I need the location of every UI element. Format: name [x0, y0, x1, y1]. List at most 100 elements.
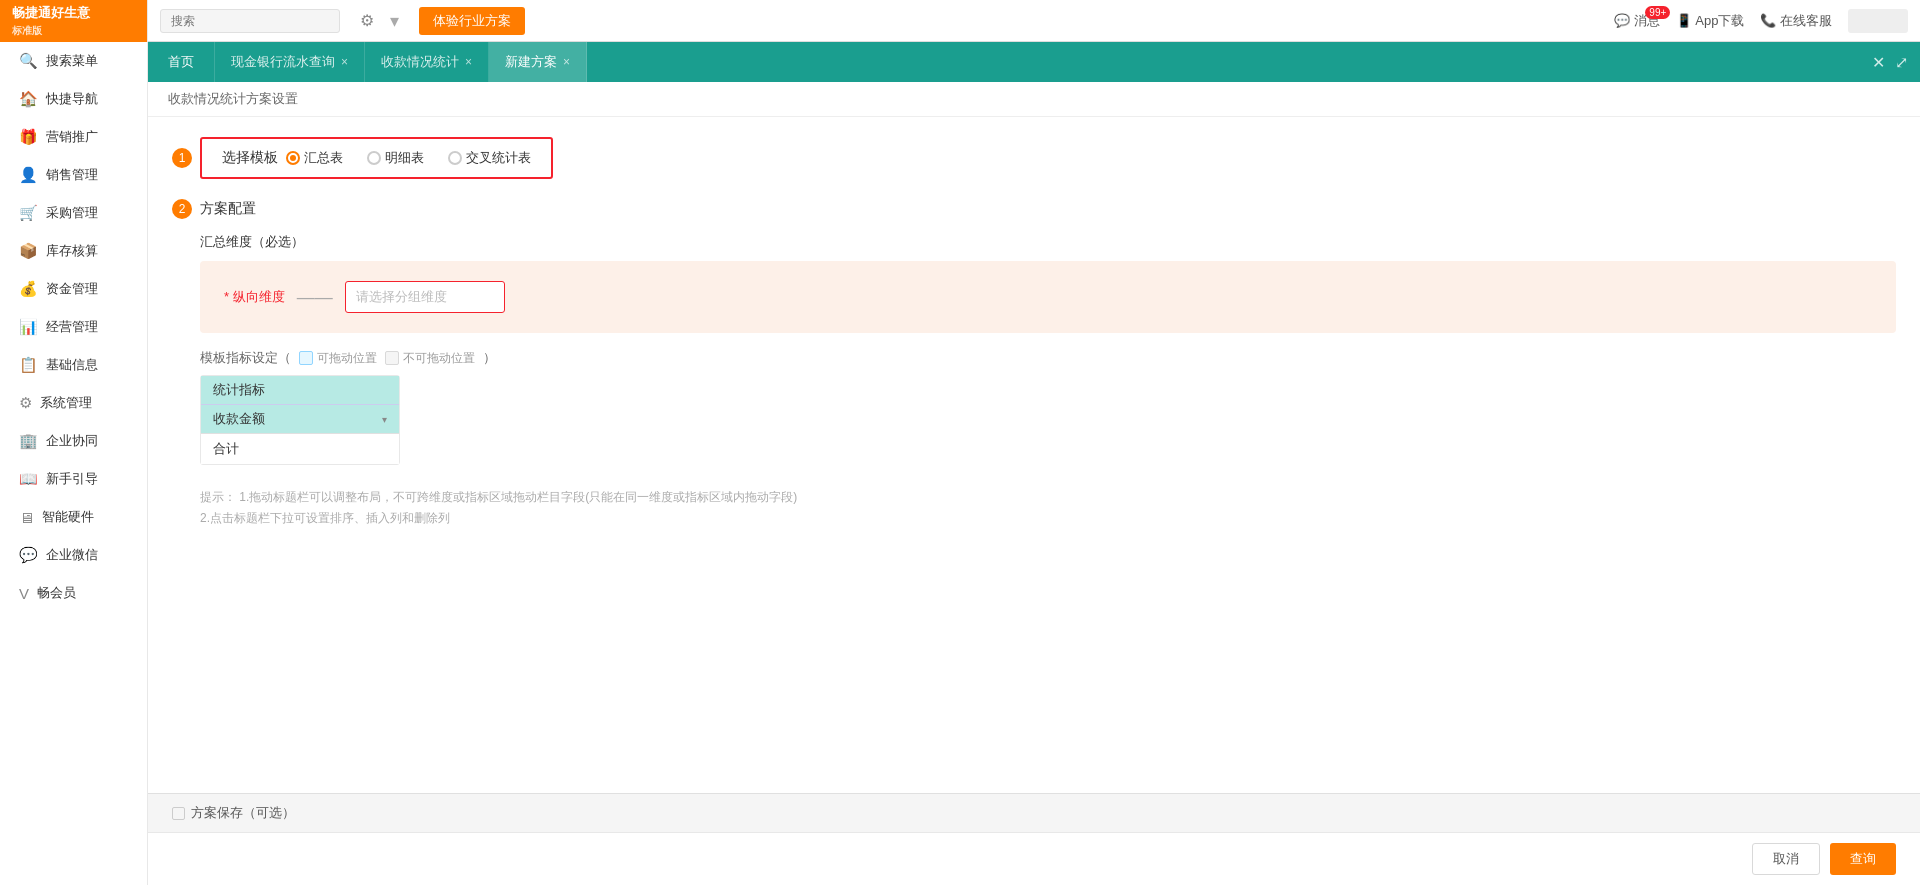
- search-icon: 🔍: [19, 52, 38, 70]
- sidebar-item-hardware[interactable]: 🖥 智能硬件: [0, 498, 147, 536]
- sidebar-item-inventory[interactable]: 📦 库存核算: [0, 232, 147, 270]
- tab-cash-flow-close[interactable]: ×: [341, 55, 348, 69]
- tab-new-plan-close[interactable]: ×: [563, 55, 570, 69]
- sidebar-label-search: 搜索菜单: [46, 52, 98, 70]
- service-icon: 📞: [1760, 13, 1776, 28]
- sidebar-item-marketing[interactable]: 🎁 营销推广: [0, 118, 147, 156]
- sidebar-label-guide: 新手引导: [46, 470, 98, 488]
- maximize-icon[interactable]: ⤢: [1895, 53, 1908, 72]
- download-link[interactable]: 📱 App下载: [1676, 12, 1744, 30]
- search-input[interactable]: [160, 9, 340, 33]
- sidebar-item-basic[interactable]: 📋 基础信息: [0, 346, 147, 384]
- sidebar: 畅捷通好生意 标准版 🔍 搜索菜单 🏠 快捷导航 🎁 营销推广 👤 销售管理 🛒…: [0, 0, 148, 885]
- sidebar-label-operations: 经营管理: [46, 318, 98, 336]
- gift-icon: 🎁: [19, 128, 38, 146]
- edition-text: 标准版: [12, 24, 90, 38]
- sidebar-label-purchase: 采购管理: [46, 204, 98, 222]
- dim-select[interactable]: 请选择分组维度: [345, 281, 505, 313]
- close-window-icon[interactable]: ✕: [1872, 53, 1885, 72]
- box-icon: 📦: [19, 242, 38, 260]
- message-icon: 💬: [1614, 13, 1630, 28]
- user-icon: 👤: [19, 166, 38, 184]
- not-draggable-label: 不可拖动位置: [403, 350, 475, 367]
- cancel-button[interactable]: 取消: [1752, 843, 1820, 875]
- legend-draggable: 可拖动位置: [299, 350, 377, 367]
- topbar-right: 💬 消息 99+ 📱 App下载 📞 在线客服: [1614, 9, 1908, 33]
- sidebar-item-finance[interactable]: 💰 资金管理: [0, 270, 147, 308]
- metrics-config-header: 模板指标设定（ 可拖动位置 不可拖动位置 ）: [200, 349, 1896, 367]
- breadcrumb: 收款情况统计方案设置: [148, 82, 1920, 117]
- radio-cross-btn[interactable]: [448, 151, 462, 165]
- radio-summary[interactable]: 汇总表: [286, 149, 343, 167]
- sidebar-label-wechat: 企业微信: [46, 546, 98, 564]
- tab-home[interactable]: 首页: [148, 42, 215, 82]
- draggable-label: 可拖动位置: [317, 350, 377, 367]
- save-option[interactable]: 方案保存（可选）: [172, 804, 295, 822]
- service-link[interactable]: 📞 在线客服: [1760, 12, 1832, 30]
- message-badge[interactable]: 💬 消息 99+: [1614, 12, 1660, 30]
- tab-new-plan[interactable]: 新建方案 ×: [489, 42, 587, 82]
- sidebar-item-purchase[interactable]: 🛒 采购管理: [0, 194, 147, 232]
- main-area: ⚙ ▾ 体验行业方案 💬 消息 99+ 📱 App下载 📞 在线客服 首页: [148, 0, 1920, 885]
- radio-detail-btn[interactable]: [367, 151, 381, 165]
- col-dropdown-icon[interactable]: ▾: [382, 414, 387, 425]
- col-header-row[interactable]: 收款金额 ▾: [201, 405, 399, 434]
- step1-label: 1 选择模板 汇总表 明细表: [172, 137, 1896, 179]
- sidebar-label-system: 系统管理: [40, 394, 92, 412]
- tips: 提示： 1.拖动标题栏可以调整布局，不可跨维度或指标区域拖动栏目字段(只能在同一…: [200, 489, 1896, 527]
- sidebar-item-guide[interactable]: 📖 新手引导: [0, 460, 147, 498]
- sidebar-item-home[interactable]: 🏠 快捷导航: [0, 80, 147, 118]
- step1-circle: 1: [172, 148, 192, 168]
- sidebar-item-enterprise[interactable]: 🏢 企业协同: [0, 422, 147, 460]
- metrics-config: 模板指标设定（ 可拖动位置 不可拖动位置 ）: [200, 349, 1896, 465]
- logo-text: 畅捷通好生意: [12, 4, 90, 22]
- legend-not-draggable: 不可拖动位置: [385, 350, 475, 367]
- tab-cash-flow[interactable]: 现金银行流水查询 ×: [215, 42, 365, 82]
- step1-title: 选择模板 汇总表 明细表: [200, 137, 553, 179]
- page-content: 收款情况统计方案设置 1 选择模板 汇总表: [148, 82, 1920, 885]
- save-checkbox[interactable]: [172, 807, 185, 820]
- step2-circle: 2: [172, 199, 192, 219]
- wechat-icon: 💬: [19, 546, 38, 564]
- section-wrap: 1 选择模板 汇总表 明细表: [148, 117, 1920, 793]
- sidebar-item-operations[interactable]: 📊 经营管理: [0, 308, 147, 346]
- tip2: 2.点击标题栏下拉可设置排序、插入列和删除列: [200, 510, 1896, 527]
- radio-summary-label: 汇总表: [304, 149, 343, 167]
- save-label: 方案保存（可选）: [191, 804, 295, 822]
- cart-icon: 🛒: [19, 204, 38, 222]
- message-count: 99+: [1645, 6, 1670, 19]
- step2-label: 2 方案配置: [172, 199, 1896, 219]
- radio-summary-btn[interactable]: [286, 151, 300, 165]
- member-icon: V: [19, 585, 29, 602]
- sidebar-label-basic: 基础信息: [46, 356, 98, 374]
- sidebar-label-hardware: 智能硬件: [42, 508, 94, 526]
- download-label: App下载: [1695, 13, 1744, 28]
- tab-new-plan-label: 新建方案: [505, 53, 557, 71]
- col-header-label: 收款金额: [213, 410, 265, 428]
- tab-receipts-close[interactable]: ×: [465, 55, 472, 69]
- footer-bar: 取消 查询: [148, 832, 1920, 885]
- metrics-col-section-header: 统计指标: [201, 376, 399, 405]
- user-avatar[interactable]: [1848, 9, 1908, 33]
- sidebar-item-search[interactable]: 🔍 搜索菜单: [0, 42, 147, 80]
- sidebar-label-sales: 销售管理: [46, 166, 98, 184]
- sidebar-item-system[interactable]: ⚙ 系统管理: [0, 384, 147, 422]
- gear-icon[interactable]: ⚙: [360, 11, 374, 30]
- radio-detail[interactable]: 明细表: [367, 149, 424, 167]
- sidebar-label-inventory: 库存核算: [46, 242, 98, 260]
- dimension-area: * 纵向维度 —— 请选择分组维度: [200, 261, 1896, 333]
- settings-icon: ⚙: [19, 394, 32, 412]
- building-icon: 🏢: [19, 432, 38, 450]
- sidebar-item-wechat[interactable]: 💬 企业微信: [0, 536, 147, 574]
- sidebar-item-sales[interactable]: 👤 销售管理: [0, 156, 147, 194]
- step2-title: 方案配置: [200, 200, 256, 218]
- chevron-down-icon[interactable]: ▾: [390, 10, 399, 32]
- tab-receipts[interactable]: 收款情况统计 ×: [365, 42, 489, 82]
- sidebar-label-marketing: 营销推广: [46, 128, 98, 146]
- sidebar-item-member[interactable]: V 畅会员: [0, 574, 147, 612]
- download-icon: 📱: [1676, 13, 1692, 28]
- radio-group: 汇总表 明细表 交叉统计表: [286, 149, 531, 167]
- query-button[interactable]: 查询: [1830, 843, 1896, 875]
- radio-cross[interactable]: 交叉统计表: [448, 149, 531, 167]
- industry-btn[interactable]: 体验行业方案: [419, 7, 525, 35]
